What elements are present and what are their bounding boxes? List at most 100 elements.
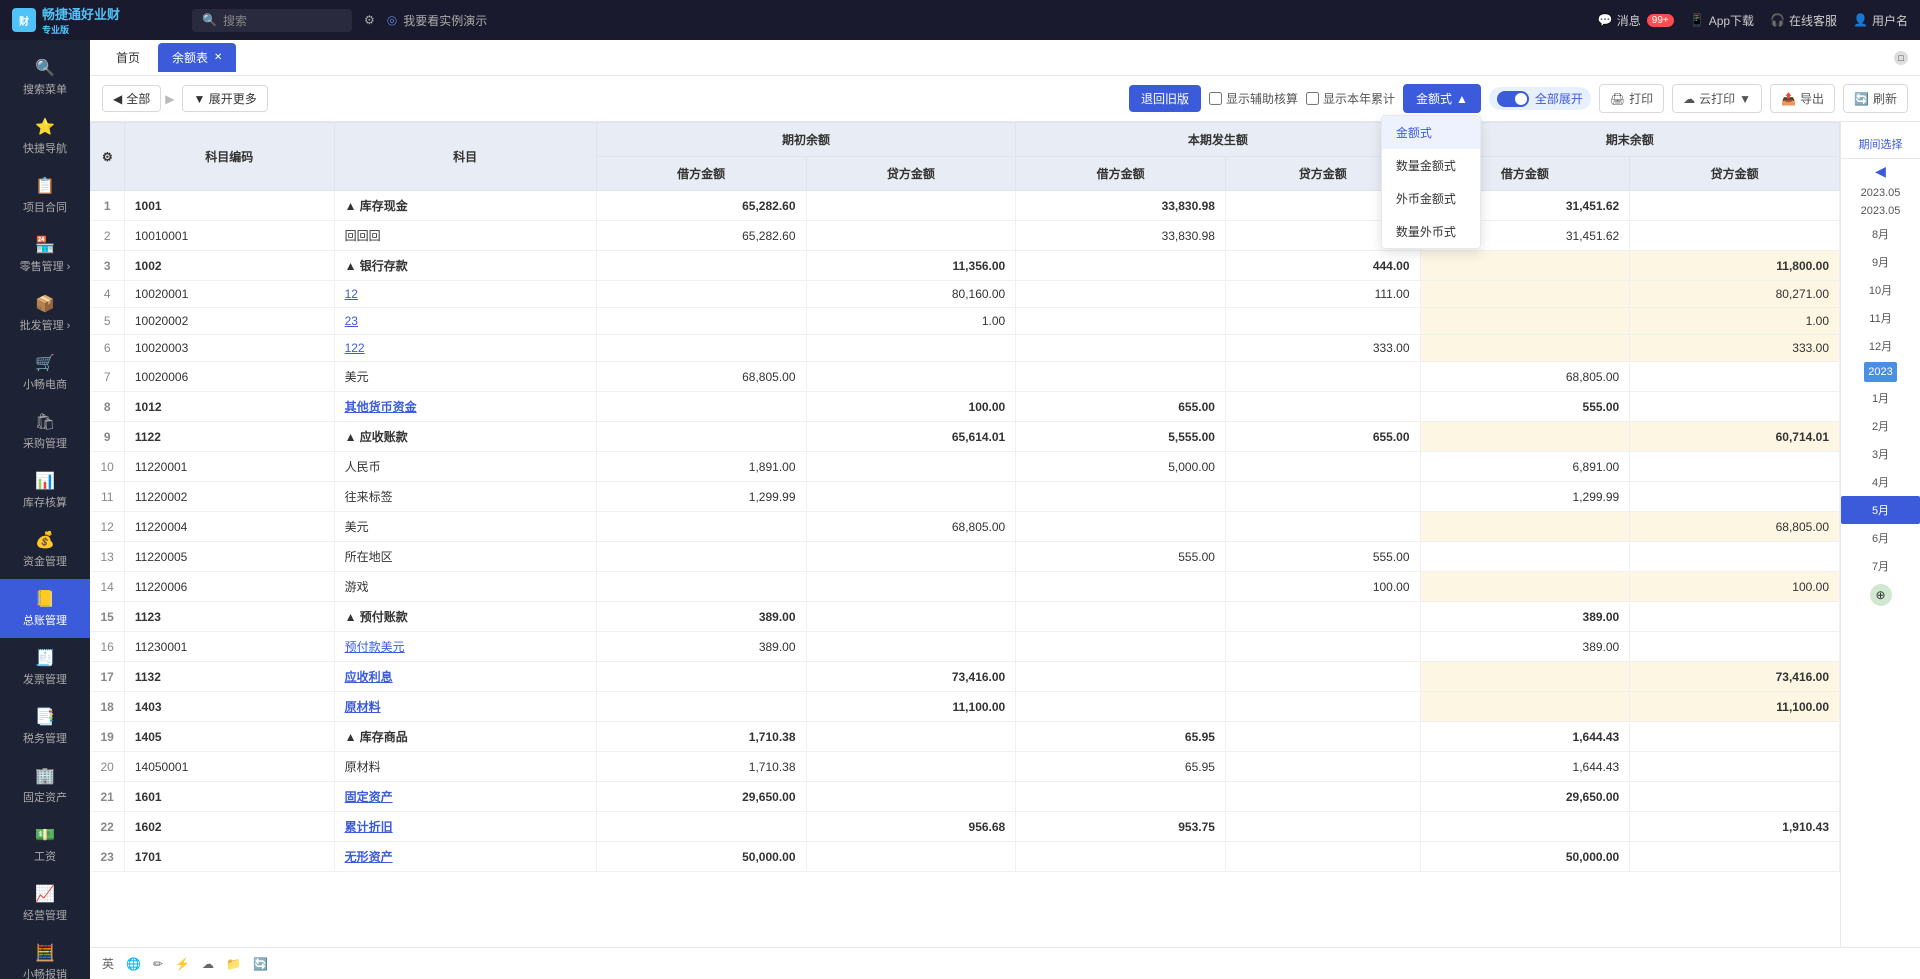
sidebar-item-purchase[interactable]: 🛍 采购管理 bbox=[0, 402, 90, 461]
cb-credit-cell: 1,910.43 bbox=[1630, 812, 1840, 842]
ob-debit-cell bbox=[596, 812, 806, 842]
print-btn[interactable]: 🖨 打印 bbox=[1599, 84, 1664, 113]
return-old-btn[interactable]: 退回旧版 bbox=[1129, 85, 1201, 112]
ob-debit-cell bbox=[596, 512, 806, 542]
cloud-print-btn[interactable]: ☁ 云打印 ▼ bbox=[1672, 84, 1762, 113]
top-bar-center: 🔍 搜索 ⚙ ◎ 我要看实例演示 bbox=[192, 9, 1598, 32]
sidebar-accounting-label: 总账管理 bbox=[23, 612, 67, 628]
show-yearly-checkbox[interactable]: 显示本年累计 bbox=[1306, 90, 1395, 107]
account-code-cell: 1132 bbox=[124, 662, 334, 692]
message-label: 消息 bbox=[1617, 12, 1641, 29]
row-num-cell: 9 bbox=[91, 422, 125, 452]
full-expand-toggle[interactable]: 全部展开 bbox=[1489, 87, 1591, 110]
export-btn[interactable]: 📤 导出 bbox=[1770, 84, 1835, 113]
month-item-6[interactable]: 6月 bbox=[1841, 524, 1920, 552]
expand-green-icon[interactable]: ⊕ bbox=[1870, 584, 1892, 606]
month-item-8[interactable]: 8月 bbox=[1841, 220, 1920, 248]
sidebar-item-search[interactable]: 🔍 搜索菜单 bbox=[0, 48, 90, 107]
app-download-btn[interactable]: 📱 App下载 bbox=[1690, 12, 1754, 29]
account-name-cell[interactable]: 原材料 bbox=[334, 692, 596, 722]
sidebar-item-sales-report[interactable]: 🧮 小畅报销 bbox=[0, 933, 90, 979]
month-item-5[interactable]: 5月 bbox=[1841, 496, 1920, 524]
message-btn[interactable]: 💬 消息 99+ bbox=[1598, 12, 1674, 29]
cb-debit-cell: 68,805.00 bbox=[1420, 362, 1630, 392]
dropdown-item-qty-foreign[interactable]: 数量外币式 bbox=[1382, 215, 1480, 248]
lightning-icon[interactable]: ⚡ bbox=[175, 957, 190, 971]
month-item-4[interactable]: 4月 bbox=[1841, 468, 1920, 496]
pd-debit-cell: 5,555.00 bbox=[1016, 422, 1226, 452]
lang-btn[interactable]: 英 bbox=[102, 955, 114, 972]
cloud-save-icon[interactable]: ☁ bbox=[202, 957, 214, 971]
account-name-cell[interactable]: 应收利息 bbox=[334, 662, 596, 692]
win-close-btn[interactable]: ✕ bbox=[1872, 51, 1886, 65]
sidebar-item-salary[interactable]: 💵 工资 bbox=[0, 815, 90, 874]
sidebar-item-accounting[interactable]: 📒 总账管理 bbox=[0, 579, 90, 638]
account-name-cell[interactable]: 23 bbox=[334, 308, 596, 335]
sidebar-item-wholesale[interactable]: 📦 批发管理 › bbox=[0, 284, 90, 343]
sidebar-item-inventory[interactable]: 📊 库存核算 bbox=[0, 461, 90, 520]
account-name-cell[interactable]: 122 bbox=[334, 335, 596, 362]
ob-debit-cell bbox=[596, 308, 806, 335]
user-avatar[interactable]: 👤 用户名 bbox=[1853, 12, 1908, 29]
expand-btn[interactable]: ▼ 展开更多 bbox=[182, 85, 267, 112]
app-download-label: App下载 bbox=[1709, 12, 1754, 29]
ob-debit-cell bbox=[596, 542, 806, 572]
dropdown-item-foreign-amount[interactable]: 外币金额式 bbox=[1382, 182, 1480, 215]
row-num-cell: 16 bbox=[91, 632, 125, 662]
search-bar[interactable]: 🔍 搜索 bbox=[192, 9, 352, 32]
month-item-12[interactable]: 12月 bbox=[1841, 332, 1920, 360]
demo-link[interactable]: ◎ 我要看实例演示 bbox=[387, 12, 488, 29]
month-item-10[interactable]: 10月 bbox=[1841, 276, 1920, 304]
collapse-btn[interactable]: ◀ bbox=[1867, 159, 1894, 184]
account-name-cell[interactable]: 固定资产 bbox=[334, 782, 596, 812]
month-item-1[interactable]: 1月 bbox=[1841, 384, 1920, 412]
account-name-cell[interactable]: 无形资产 bbox=[334, 842, 596, 872]
sidebar-project-label: 项目合同 bbox=[23, 199, 67, 215]
account-code-cell: 14050001 bbox=[124, 752, 334, 782]
account-name-cell: 美元 bbox=[334, 512, 596, 542]
month-item-2[interactable]: 2月 bbox=[1841, 412, 1920, 440]
win-max-btn[interactable]: □ bbox=[1894, 51, 1908, 65]
account-name-cell[interactable]: 其他货币资金 bbox=[334, 392, 596, 422]
month-item-9[interactable]: 9月 bbox=[1841, 248, 1920, 276]
account-name-cell[interactable]: 累计折旧 bbox=[334, 812, 596, 842]
show-helper-checkbox[interactable]: 显示辅助核算 bbox=[1209, 90, 1298, 107]
sidebar-item-operations[interactable]: 📈 经营管理 bbox=[0, 874, 90, 933]
expand-icon-btn[interactable]: ⊕ bbox=[1870, 584, 1892, 606]
date-start: 2023.05 bbox=[1857, 184, 1905, 202]
help-icon[interactable]: 🌐 bbox=[126, 957, 141, 971]
sidebar-item-capital[interactable]: 💰 资金管理 bbox=[0, 520, 90, 579]
dropdown-item-amount[interactable]: 金额式 bbox=[1382, 116, 1480, 149]
account-name-cell[interactable]: 预付款美元 bbox=[334, 632, 596, 662]
sidebar-item-invoice[interactable]: 🧾 发票管理 bbox=[0, 638, 90, 697]
sidebar-item-tax[interactable]: 📑 税务管理 bbox=[0, 697, 90, 756]
sidebar-item-quick-nav[interactable]: ⭐ 快捷导航 bbox=[0, 107, 90, 166]
tab-close-icon[interactable]: ✕ bbox=[214, 52, 222, 63]
sync-icon[interactable]: 🔄 bbox=[253, 957, 268, 971]
ob-debit-cell: 1,891.00 bbox=[596, 452, 806, 482]
settings-btn[interactable]: ⚙ bbox=[364, 13, 375, 27]
sidebar-item-ecommerce[interactable]: 🛒 小畅电商 bbox=[0, 343, 90, 402]
breadcrumb-all-btn[interactable]: ◀ 全部 bbox=[102, 85, 161, 112]
edit-icon[interactable]: ✏ bbox=[153, 957, 163, 971]
tab-balance[interactable]: 余额表 ✕ bbox=[158, 43, 236, 72]
online-service-btn[interactable]: 🎧 在线客服 bbox=[1770, 12, 1837, 29]
year-2023[interactable]: 2023 bbox=[1864, 362, 1896, 382]
amount-type-btn[interactable]: 金额式 ▲ bbox=[1403, 84, 1481, 113]
month-item-7[interactable]: 7月 bbox=[1841, 552, 1920, 580]
sidebar-invoice-label: 发票管理 bbox=[23, 671, 67, 687]
month-item-3[interactable]: 3月 bbox=[1841, 440, 1920, 468]
sidebar-item-fixed-assets[interactable]: 🏢 固定资产 bbox=[0, 756, 90, 815]
yearly-checkbox-input[interactable] bbox=[1306, 92, 1319, 105]
dropdown-item-qty-amount[interactable]: 数量金额式 bbox=[1382, 149, 1480, 182]
row-num-cell: 3 bbox=[91, 251, 125, 281]
inventory-icon: 📊 bbox=[35, 471, 55, 491]
tab-home[interactable]: 首页 bbox=[102, 43, 154, 72]
account-name-cell[interactable]: 12 bbox=[334, 281, 596, 308]
sidebar-item-project[interactable]: 📋 项目合同 bbox=[0, 166, 90, 225]
sidebar-item-retail[interactable]: 🏪 零售管理 › bbox=[0, 225, 90, 284]
refresh-btn[interactable]: 🔄 刷新 bbox=[1843, 84, 1908, 113]
folder-icon[interactable]: 📁 bbox=[226, 957, 241, 971]
month-item-11[interactable]: 11月 bbox=[1841, 304, 1920, 332]
helper-checkbox-input[interactable] bbox=[1209, 92, 1222, 105]
